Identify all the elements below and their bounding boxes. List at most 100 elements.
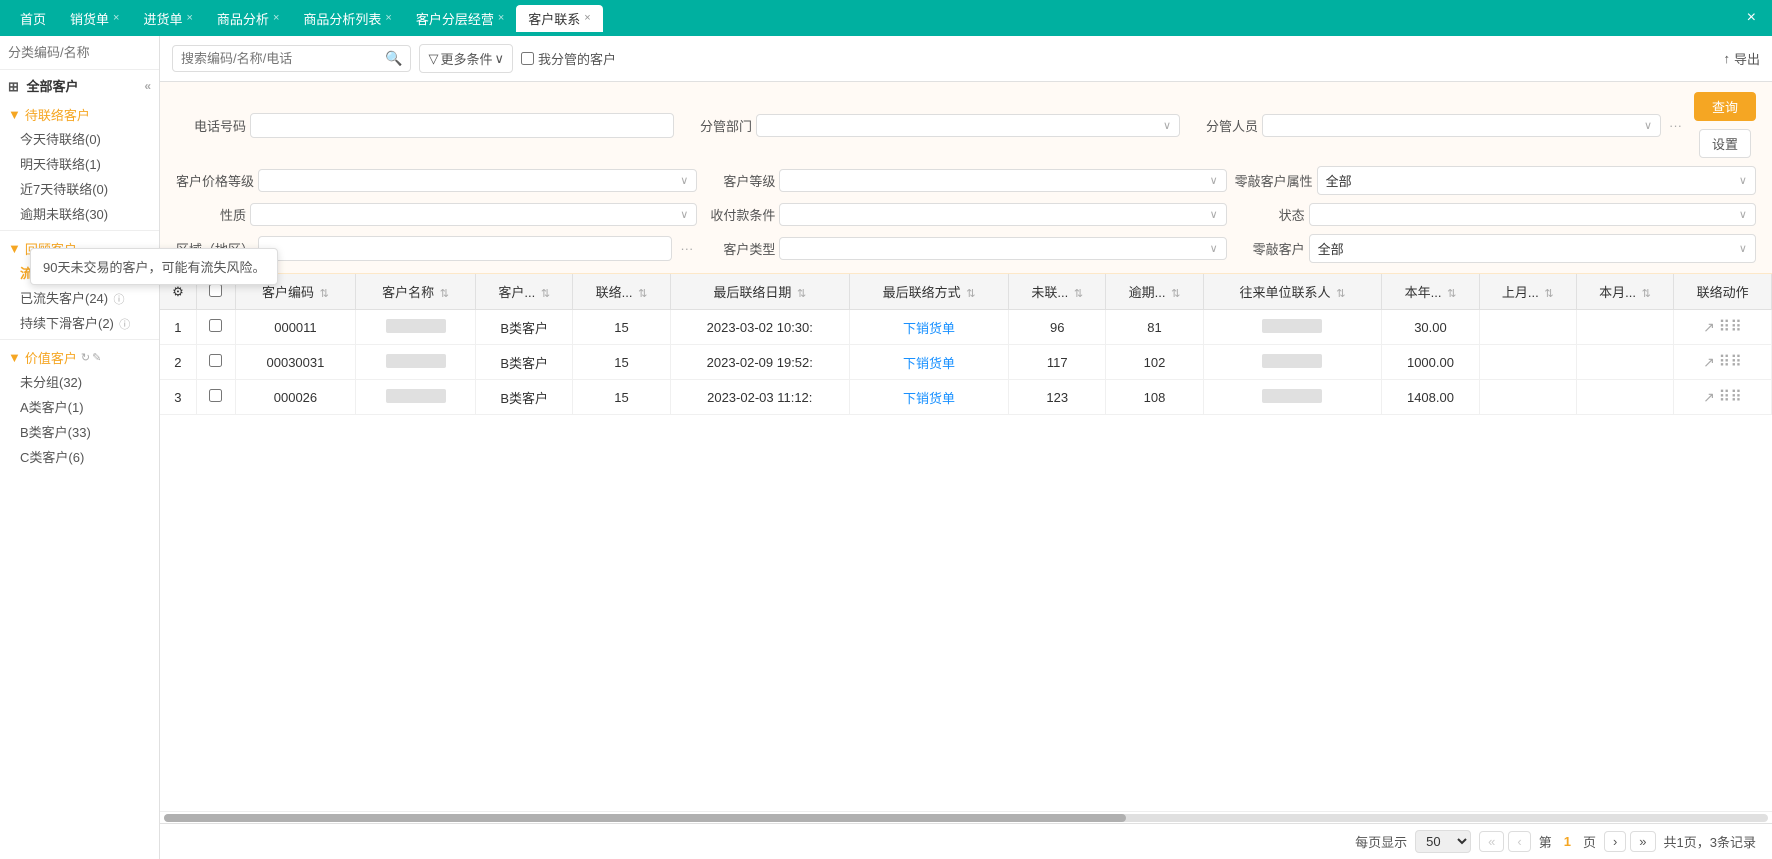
- sort-date-icon[interactable]: ⇅: [797, 288, 806, 300]
- sidebar-item-tomorrow[interactable]: 明天待联络(1): [0, 151, 159, 176]
- sort-unit-icon[interactable]: ⇅: [1336, 288, 1345, 300]
- cell-checkbox[interactable]: [196, 380, 235, 415]
- cell-grade: B类客户: [476, 380, 573, 415]
- grid-icon: ⊞: [8, 79, 19, 94]
- dept-select[interactable]: ∨: [756, 114, 1180, 137]
- sort-type-icon[interactable]: ⇅: [966, 288, 975, 300]
- sidebar-item-class-c[interactable]: C类客户(6): [0, 444, 159, 469]
- close-tab-purchase-order[interactable]: ×: [186, 12, 192, 24]
- sort-code-icon[interactable]: ⇅: [320, 288, 329, 300]
- sidebar-item-declining[interactable]: 持续下滑客户(2) ⓘ: [0, 310, 159, 335]
- total-info: 共1页，3条记录: [1664, 832, 1756, 851]
- tab-home[interactable]: 首页: [8, 5, 58, 32]
- tab-customer-contact[interactable]: 客户联系 ×: [516, 5, 602, 32]
- th-unit-contact[interactable]: 往来单位联系人 ⇅: [1203, 274, 1382, 310]
- cell-contact-count: 15: [573, 380, 670, 415]
- cell-overdue: 102: [1106, 345, 1203, 380]
- person-dots[interactable]: ···: [1665, 118, 1686, 133]
- settings-button[interactable]: 设置: [1699, 129, 1751, 158]
- customer-type-select[interactable]: ∨: [779, 237, 1226, 260]
- person-select-arrow: ∨: [1644, 119, 1652, 132]
- sort-contact-icon[interactable]: ⇅: [638, 288, 647, 300]
- th-this-month[interactable]: 本月... ⇅: [1576, 274, 1673, 310]
- first-page-btn[interactable]: «: [1479, 831, 1504, 852]
- next-page-btn[interactable]: ›: [1604, 831, 1626, 852]
- cell-last-month: [1479, 310, 1576, 345]
- status-select[interactable]: ∨: [1309, 203, 1756, 226]
- close-tab-customer-contact[interactable]: ×: [584, 12, 590, 24]
- tab-product-analysis[interactable]: 商品分析 ×: [205, 5, 291, 32]
- sort-not-contact-icon[interactable]: ⇅: [1074, 288, 1083, 300]
- region-input[interactable]: [258, 236, 672, 261]
- sidebar-item-7days[interactable]: 近7天待联络(0): [0, 176, 159, 201]
- window-close-button[interactable]: ×: [1739, 5, 1764, 31]
- export-btn[interactable]: ↑ 导出: [1723, 49, 1760, 68]
- scrollbar-thumb[interactable]: [164, 814, 1126, 822]
- th-overdue[interactable]: 逾期... ⇅: [1106, 274, 1203, 310]
- sidebar-item-class-a[interactable]: A类客户(1): [0, 394, 159, 419]
- zero-customer-select[interactable]: 全部 ∨: [1309, 234, 1756, 263]
- close-tab-product-analysis-list[interactable]: ×: [385, 12, 391, 24]
- settings-gear-icon[interactable]: ⚙: [172, 284, 184, 299]
- edit-icon[interactable]: ✎: [92, 351, 101, 364]
- close-tab-sales-order[interactable]: ×: [113, 12, 119, 24]
- sidebar-all-customers[interactable]: ⊞ 全部客户 «: [0, 70, 159, 101]
- sort-name-icon[interactable]: ⇅: [440, 288, 449, 300]
- region-dots[interactable]: ···: [676, 241, 697, 256]
- filter-search-icon[interactable]: 🔍: [385, 50, 402, 67]
- close-tab-product-analysis[interactable]: ×: [273, 12, 279, 24]
- zero-attr-select[interactable]: 全部 ∨: [1317, 166, 1756, 195]
- last-page-btn[interactable]: »: [1630, 831, 1655, 852]
- sidebar-item-class-b[interactable]: B类客户(33): [0, 419, 159, 444]
- collapse-btn[interactable]: «: [144, 79, 151, 93]
- sidebar-search-input[interactable]: [8, 45, 160, 60]
- close-tab-customer-layer[interactable]: ×: [498, 12, 504, 24]
- price-grade-select[interactable]: ∨: [258, 169, 697, 192]
- query-settings-col: 查询 设置: [1694, 92, 1756, 158]
- horizontal-scrollbar[interactable]: [160, 811, 1772, 823]
- nature-select[interactable]: ∨: [250, 203, 697, 226]
- cell-last-contact-date: 2023-03-02 10:30:: [670, 310, 849, 345]
- th-grade[interactable]: 客户... ⇅: [476, 274, 573, 310]
- more-conditions-btn[interactable]: ▽ 更多条件 ∨: [419, 44, 513, 73]
- my-customers-checkbox-label[interactable]: 我分管的客户: [521, 49, 616, 68]
- refresh-icon[interactable]: ↻: [81, 351, 90, 364]
- th-last-contact-type[interactable]: 最后联络方式 ⇅: [849, 274, 1008, 310]
- tab-customer-layer[interactable]: 客户分层经营 ×: [404, 5, 516, 32]
- search-input[interactable]: [181, 51, 381, 66]
- th-last-month[interactable]: 上月... ⇅: [1479, 274, 1576, 310]
- cell-unit-contact: [1203, 380, 1382, 415]
- sidebar-item-already-churn[interactable]: 已流失客户(24) ⓘ: [0, 285, 159, 310]
- sidebar-item-overdue[interactable]: 逾期未联络(30): [0, 201, 159, 226]
- sidebar-item-ungrouped[interactable]: 未分组(32): [0, 369, 159, 394]
- sidebar-group-pending[interactable]: ▼ 待联络客户: [0, 101, 159, 126]
- person-select[interactable]: ∨: [1262, 114, 1661, 137]
- cell-checkbox[interactable]: [196, 345, 235, 380]
- sort-overdue-icon[interactable]: ⇅: [1171, 288, 1180, 300]
- select-all-checkbox[interactable]: [209, 284, 222, 297]
- tab-sales-order[interactable]: 销货单 ×: [58, 5, 131, 32]
- tab-purchase-order[interactable]: 进货单 ×: [131, 5, 204, 32]
- payment-select[interactable]: ∨: [779, 203, 1226, 226]
- customer-grade-select[interactable]: ∨: [779, 169, 1226, 192]
- th-contact-count[interactable]: 联络... ⇅: [573, 274, 670, 310]
- sidebar-group-value[interactable]: ▼ 价值客户 ↻ ✎: [0, 344, 159, 369]
- th-this-year[interactable]: 本年... ⇅: [1382, 274, 1479, 310]
- query-button[interactable]: 查询: [1694, 92, 1756, 121]
- th-not-contacted[interactable]: 未联... ⇅: [1009, 274, 1106, 310]
- filter-row-1: 电话号码 分管部门 ∨ 分管人员 ∨ ···: [176, 92, 1756, 158]
- tab-product-analysis-list[interactable]: 商品分析列表 ×: [291, 5, 403, 32]
- sort-lmonth-icon[interactable]: ⇅: [1544, 288, 1553, 300]
- my-customers-checkbox[interactable]: [521, 52, 534, 65]
- per-page-select[interactable]: 50 100 200: [1415, 830, 1471, 853]
- cell-checkbox[interactable]: [196, 310, 235, 345]
- sort-grade-icon[interactable]: ⇅: [541, 288, 550, 300]
- sidebar-item-today[interactable]: 今天待联络(0): [0, 126, 159, 151]
- sort-tmonth-icon[interactable]: ⇅: [1642, 288, 1651, 300]
- prev-page-btn[interactable]: ‹: [1508, 831, 1530, 852]
- phone-input[interactable]: [250, 113, 674, 138]
- th-last-contact-date[interactable]: 最后联络日期 ⇅: [670, 274, 849, 310]
- status-arrow: ∨: [1739, 208, 1747, 221]
- th-name[interactable]: 客户名称 ⇅: [355, 274, 475, 310]
- sort-year-icon[interactable]: ⇅: [1447, 288, 1456, 300]
